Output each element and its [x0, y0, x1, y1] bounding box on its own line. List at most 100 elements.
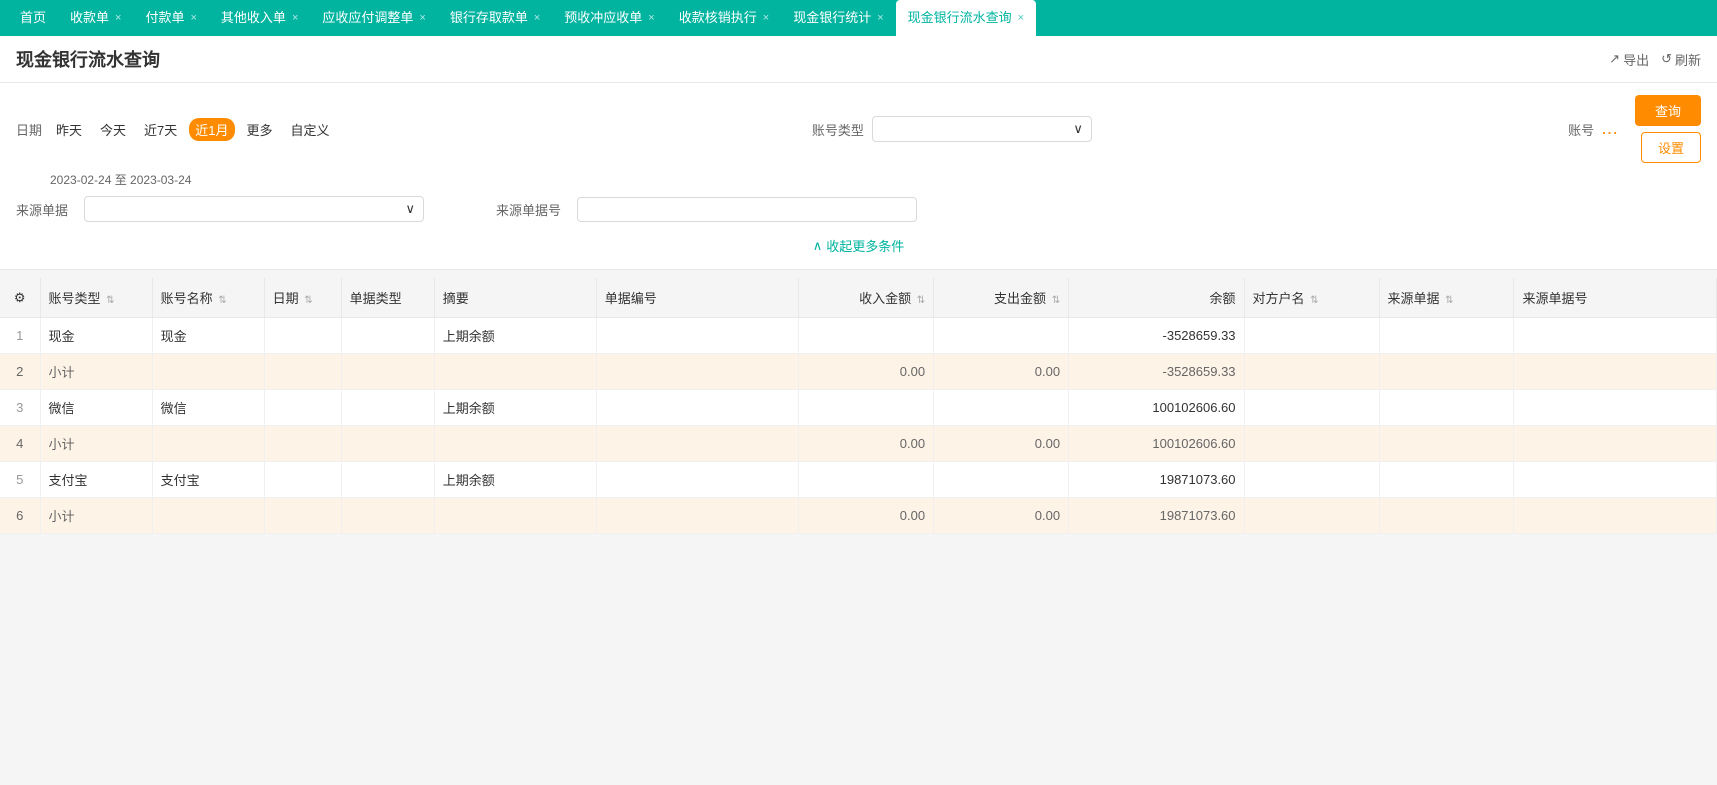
sort-date-icon: ⇅ [304, 295, 312, 306]
summary-cell [434, 354, 596, 390]
date-option-custom[interactable]: 自定义 [285, 118, 336, 141]
summary-cell: 上期余额 [434, 462, 596, 498]
nav-other-income-close[interactable]: × [292, 0, 298, 36]
th-doc-num-label: 单据编号 [605, 291, 657, 306]
date-option-7days[interactable]: 近7天 [138, 118, 183, 141]
doc-type-cell [341, 318, 434, 354]
nav-prepayment[interactable]: 预收冲应收单 × [552, 0, 666, 36]
nav-adjustment[interactable]: 应收应付调整单 × [310, 0, 437, 36]
table-row: 2小计0.000.00-3528659.33 [0, 354, 1717, 390]
export-button[interactable]: ↗ 导出 [1609, 50, 1649, 69]
expense-cell [934, 390, 1069, 426]
account-dots-button[interactable]: ... [1602, 122, 1619, 137]
source-doc-num-input[interactable] [577, 197, 917, 222]
table-row: 3微信微信上期余额100102606.60 [0, 390, 1717, 426]
table-header-row: ⚙ 账号类型 ⇅ 账号名称 ⇅ 日期 ⇅ 单据类型 摘要 [0, 278, 1717, 318]
th-doc-num: 单据编号 [596, 278, 798, 318]
account-type-cell: 微信 [40, 390, 152, 426]
nav-writeoff[interactable]: 收款核销执行 × [667, 0, 781, 36]
income-cell [799, 318, 934, 354]
source-doc-num-label: 来源单据号 [496, 200, 561, 219]
table-body: 1现金现金上期余额-3528659.332小计0.000.00-3528659.… [0, 318, 1717, 534]
th-balance-label: 余额 [1210, 291, 1236, 306]
source-doc-select[interactable]: ∨ [84, 196, 424, 222]
doc-num-cell [596, 462, 798, 498]
date-option-more[interactable]: 更多 [241, 118, 279, 141]
balance-cell: -3528659.33 [1069, 354, 1244, 390]
nav-receipt[interactable]: 收款单 × [58, 0, 133, 36]
th-counterpart-label: 对方户名 [1253, 291, 1305, 306]
nav-bank-deposit[interactable]: 银行存取款单 × [438, 0, 552, 36]
th-source-doc[interactable]: 来源单据 ⇅ [1379, 278, 1514, 318]
doc-type-cell [341, 390, 434, 426]
doc-type-cell [341, 426, 434, 462]
income-cell [799, 462, 934, 498]
sort-account-name-icon: ⇅ [218, 295, 226, 306]
source-doc-cell [1379, 354, 1514, 390]
summary-cell: 上期余额 [434, 390, 596, 426]
nav-payment-close[interactable]: × [190, 0, 196, 36]
th-date[interactable]: 日期 ⇅ [264, 278, 341, 318]
date-cell [264, 318, 341, 354]
balance-cell: 19871073.60 [1069, 462, 1244, 498]
th-income[interactable]: 收入金额 ⇅ [799, 278, 934, 318]
nav-home[interactable]: 首页 [8, 0, 58, 36]
expense-cell: 0.00 [934, 498, 1069, 534]
collapse-button[interactable]: ∧ 收起更多条件 [16, 230, 1701, 257]
counterpart-cell [1244, 498, 1379, 534]
th-counterpart[interactable]: 对方户名 ⇅ [1244, 278, 1379, 318]
row-number: 2 [0, 354, 40, 390]
th-source-doc-label: 来源单据 [1388, 291, 1440, 306]
balance-cell: 100102606.60 [1069, 390, 1244, 426]
th-summary-label: 摘要 [443, 291, 469, 306]
counterpart-cell [1244, 426, 1379, 462]
account-name-cell: 微信 [152, 390, 264, 426]
collapse-label: 收起更多条件 [826, 236, 904, 255]
date-option-1month[interactable]: 近1月 [189, 118, 234, 141]
date-cell [264, 390, 341, 426]
settings-button[interactable]: 设置 [1641, 132, 1701, 163]
source-doc-label: 来源单据 [16, 200, 68, 219]
doc-type-cell [341, 498, 434, 534]
nav-bank-stats[interactable]: 现金银行统计 × [781, 0, 895, 36]
refresh-button[interactable]: ↺ 刷新 [1661, 50, 1701, 69]
export-icon: ↗ [1609, 51, 1620, 67]
nav-bank-deposit-close[interactable]: × [534, 0, 540, 36]
account-type-select[interactable]: ∨ [872, 116, 1092, 142]
th-account-name[interactable]: 账号名称 ⇅ [152, 278, 264, 318]
nav-receipt-close[interactable]: × [115, 0, 121, 36]
summary-cell [434, 426, 596, 462]
refresh-label: 刷新 [1675, 50, 1701, 69]
th-settings[interactable]: ⚙ [0, 278, 40, 318]
nav-bank-stats-close[interactable]: × [877, 0, 883, 36]
nav-other-income[interactable]: 其他收入单 × [209, 0, 310, 36]
nav-adjustment-close[interactable]: × [419, 0, 425, 36]
date-option-today[interactable]: 今天 [94, 118, 132, 141]
account-type-cell: 小计 [40, 498, 152, 534]
nav-payment[interactable]: 付款单 × [133, 0, 208, 36]
nav-bank-flow[interactable]: 现金银行流水查询 × [896, 0, 1036, 36]
nav-bank-deposit-label: 银行存取款单 [450, 0, 528, 36]
balance-cell: 19871073.60 [1069, 498, 1244, 534]
expense-cell [934, 462, 1069, 498]
th-expense[interactable]: 支出金额 ⇅ [934, 278, 1069, 318]
filter-row-1: 日期 昨天 今天 近7天 近1月 更多 自定义 账号类型 ∨ 账号 ... [16, 95, 1701, 163]
source-doc-cell [1379, 462, 1514, 498]
date-filter: 日期 昨天 今天 近7天 近1月 更多 自定义 [16, 118, 336, 141]
th-account-type[interactable]: 账号类型 ⇅ [40, 278, 152, 318]
query-button[interactable]: 查询 [1635, 95, 1701, 126]
nav-bank-stats-label: 现金银行统计 [793, 0, 871, 36]
data-table-container: ⚙ 账号类型 ⇅ 账号名称 ⇅ 日期 ⇅ 单据类型 摘要 [0, 278, 1717, 534]
date-cell [264, 426, 341, 462]
date-option-yesterday[interactable]: 昨天 [50, 118, 88, 141]
nav-prepayment-close[interactable]: × [648, 0, 654, 36]
gear-icon[interactable]: ⚙ [14, 290, 26, 305]
counterpart-cell [1244, 318, 1379, 354]
nav-writeoff-close[interactable]: × [763, 0, 769, 36]
date-label: 日期 [16, 120, 42, 139]
nav-prepayment-label: 预收冲应收单 [564, 0, 642, 36]
nav-bank-flow-close[interactable]: × [1018, 0, 1024, 36]
refresh-icon: ↺ [1661, 51, 1672, 67]
th-income-label: 收入金额 [859, 291, 911, 306]
counterpart-cell [1244, 354, 1379, 390]
